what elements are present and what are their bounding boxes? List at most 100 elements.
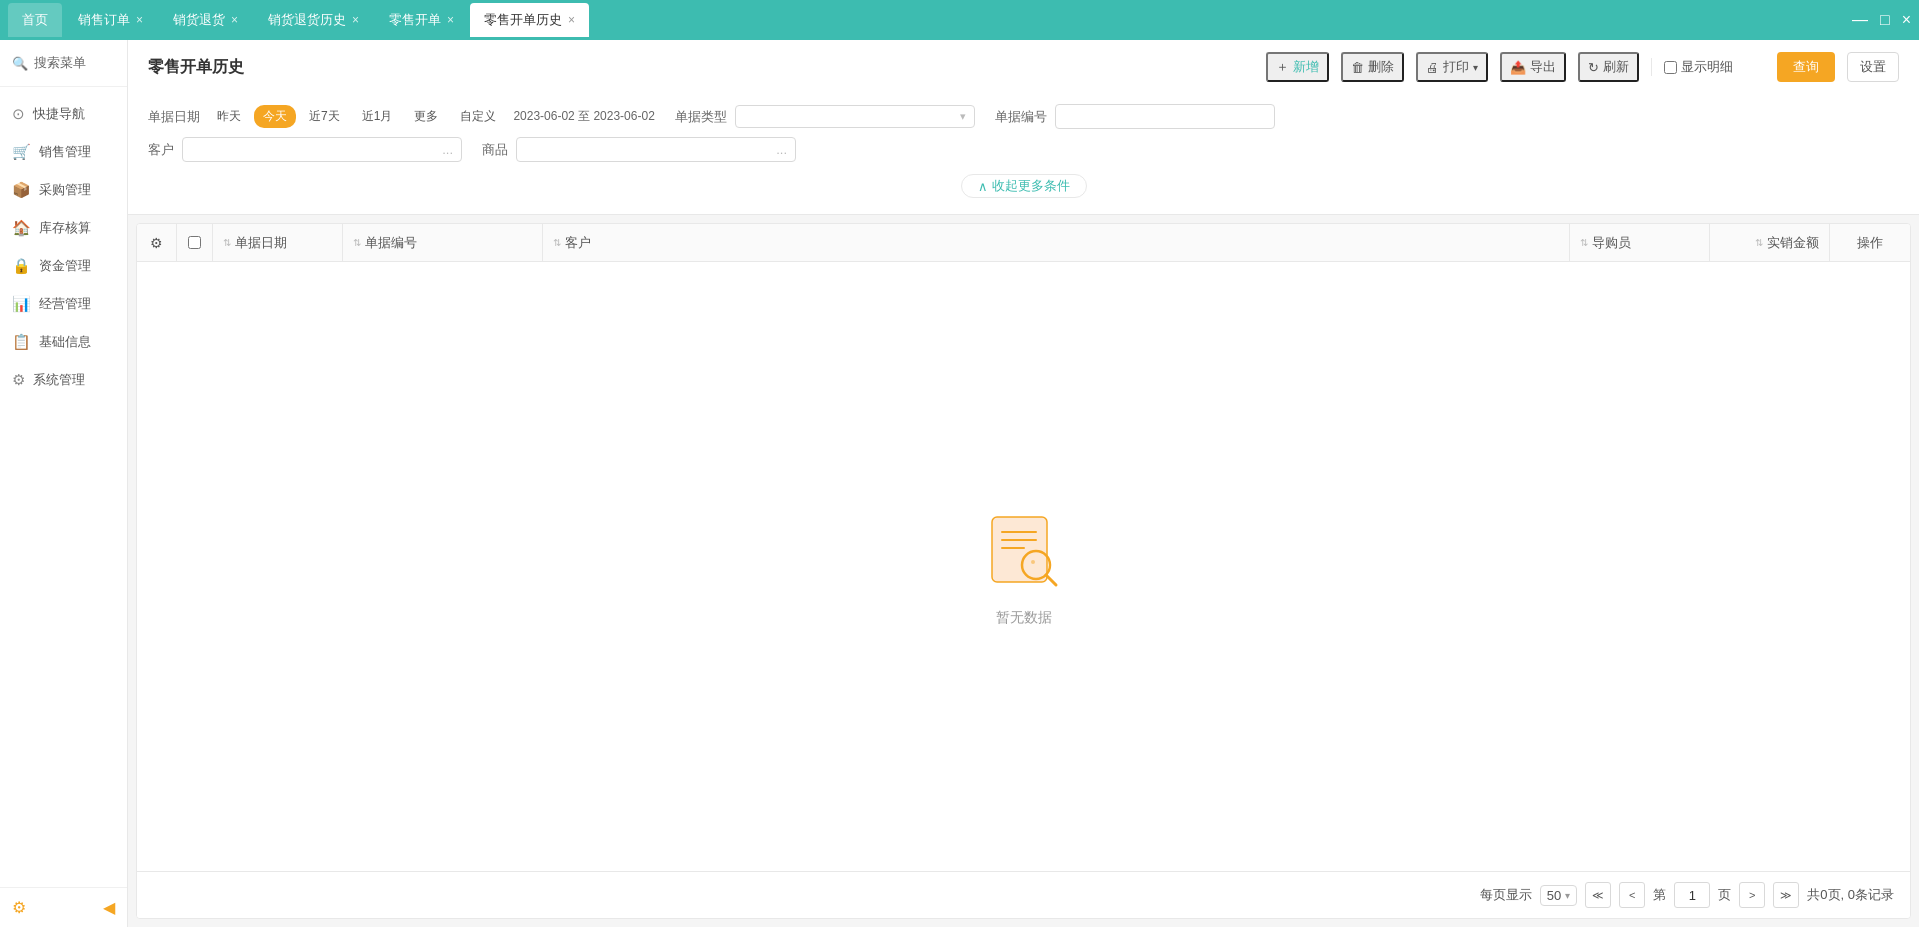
query-button[interactable]: 查询: [1777, 52, 1835, 82]
th-guide-label: 导购员: [1592, 234, 1631, 252]
th-checkbox[interactable]: [177, 224, 213, 261]
page-header: 零售开单历史 ＋ 新增 🗑 删除 🖨 打印 ▾: [128, 40, 1919, 215]
window-controls: — □ ×: [1852, 11, 1911, 29]
sidebar-item-inventory[interactable]: 🏠 库存核算: [0, 209, 127, 247]
settings-button[interactable]: 设置: [1847, 52, 1899, 82]
prev-page-icon: <: [1629, 889, 1635, 901]
tab-sales-order-close[interactable]: ×: [136, 14, 143, 26]
table-container: ⚙ ⇅ 单据日期 ⇅ 单据编号 ⇅ 客户 ⇅: [136, 223, 1911, 919]
tab-sales-return-history[interactable]: 销货退货历史 ×: [254, 3, 373, 37]
add-button[interactable]: ＋ 新增: [1266, 52, 1329, 82]
tab-list: 首页 销售订单 × 销货退货 × 销货退货历史 × 零售开单 × 零售开单历史 …: [8, 0, 589, 40]
customer-input[interactable]: [191, 142, 438, 157]
tab-sales-return-history-close[interactable]: ×: [352, 14, 359, 26]
sidebar-item-sales-mgmt[interactable]: 🛒 销售管理: [0, 133, 127, 171]
tab-retail-open-close[interactable]: ×: [447, 14, 454, 26]
print-button[interactable]: 🖨 打印 ▾: [1416, 52, 1488, 82]
delete-button[interactable]: 🗑 删除: [1341, 52, 1404, 82]
maximize-button[interactable]: □: [1880, 11, 1890, 29]
pagination-bar: 每页显示 50 ▾ ≪ < 第 页 > ≫: [137, 871, 1910, 918]
sidebar-bottom: ⚙ ◀: [0, 887, 127, 927]
tab-sales-return-close[interactable]: ×: [231, 14, 238, 26]
refresh-button[interactable]: ↻ 刷新: [1578, 52, 1639, 82]
sort-orderno-icon[interactable]: ⇅: [353, 237, 361, 248]
date-btn-today[interactable]: 今天: [254, 105, 296, 128]
export-button[interactable]: 📤 导出: [1500, 52, 1566, 82]
last-page-button[interactable]: ≫: [1773, 882, 1799, 908]
display-detail-text: 显示明细: [1681, 58, 1733, 76]
first-page-button[interactable]: ≪: [1585, 882, 1611, 908]
product-input-group[interactable]: ...: [516, 137, 796, 162]
sidebar: 🔍 搜索菜单 ⊙ 快捷导航 🛒 销售管理 📦 采购管理 🏠 库存核算 �: [0, 40, 128, 927]
finance-mgmt-icon: 🔒: [12, 257, 31, 275]
doc-no-input[interactable]: [1055, 104, 1275, 129]
customer-input-group[interactable]: ...: [182, 137, 462, 162]
th-guide: ⇅ 导购员: [1570, 224, 1710, 261]
display-detail-checkbox[interactable]: [1664, 61, 1677, 74]
sidebar-item-sys-mgmt-label: 系统管理: [33, 371, 85, 389]
sidebar-item-purchase-mgmt[interactable]: 📦 采购管理: [0, 171, 127, 209]
sidebar-item-quick-nav-label: 快捷导航: [33, 105, 85, 123]
sort-amount-icon[interactable]: ⇅: [1755, 237, 1763, 248]
sidebar-item-quick-nav[interactable]: ⊙ 快捷导航: [0, 95, 127, 133]
sidebar-item-basic-info[interactable]: 📋 基础信息: [0, 323, 127, 361]
tab-retail-open-history-close[interactable]: ×: [568, 14, 575, 26]
th-action: 操作: [1830, 224, 1910, 261]
filter-row-2: 客户 ... 商品 ...: [148, 137, 1899, 162]
prev-page-button[interactable]: <: [1619, 882, 1645, 908]
th-amount-label: 实销金额: [1767, 234, 1819, 252]
tab-sales-return-label: 销货退货: [173, 11, 225, 29]
sidebar-item-inventory-label: 库存核算: [39, 219, 91, 237]
th-amount: ⇅ 实销金额: [1710, 224, 1830, 261]
display-detail-checkbox-label[interactable]: 显示明细: [1664, 58, 1733, 76]
print-label: 打印: [1443, 58, 1469, 76]
sidebar-item-ops-mgmt[interactable]: 📊 经营管理: [0, 285, 127, 323]
tab-retail-open[interactable]: 零售开单 ×: [375, 3, 468, 37]
sort-customer-icon[interactable]: ⇅: [553, 237, 561, 248]
tab-home[interactable]: 首页: [8, 3, 62, 37]
search-icon: 🔍: [12, 56, 28, 71]
empty-illustration: [974, 507, 1074, 597]
tab-sales-return[interactable]: 销货退货 ×: [159, 3, 252, 37]
sidebar-item-finance-mgmt[interactable]: 🔒 资金管理: [0, 247, 127, 285]
close-button[interactable]: ×: [1902, 11, 1911, 29]
collapse-label: 收起更多条件: [992, 177, 1070, 195]
sidebar-item-sys-mgmt[interactable]: ⚙ 系统管理: [0, 361, 127, 399]
page-number-input[interactable]: [1674, 882, 1710, 908]
collapse-bar[interactable]: ∧ 收起更多条件: [148, 170, 1899, 206]
sort-guide-icon[interactable]: ⇅: [1580, 237, 1588, 248]
tab-retail-open-history[interactable]: 零售开单历史 ×: [470, 3, 589, 37]
tab-retail-open-label: 零售开单: [389, 11, 441, 29]
page-title-row: 零售开单历史 ＋ 新增 🗑 删除 🖨 打印 ▾: [148, 52, 1899, 82]
tab-sales-order[interactable]: 销售订单 ×: [64, 3, 157, 37]
th-settings[interactable]: ⚙: [137, 224, 177, 261]
doc-type-select[interactable]: ▾: [735, 105, 975, 128]
th-order-no-label: 单据编号: [365, 234, 417, 252]
collapse-sidebar-icon[interactable]: ◀: [103, 898, 115, 917]
minimize-button[interactable]: —: [1852, 11, 1868, 29]
product-more-icon[interactable]: ...: [776, 142, 787, 157]
th-customer-label: 客户: [565, 234, 591, 252]
per-page-select[interactable]: 50 ▾: [1540, 885, 1577, 906]
select-all-checkbox[interactable]: [188, 236, 201, 249]
product-input[interactable]: [525, 142, 772, 157]
add-label: 新增: [1293, 58, 1319, 76]
per-page-label: 每页显示: [1480, 886, 1532, 904]
sort-date-icon[interactable]: ⇅: [223, 237, 231, 248]
date-btn-custom[interactable]: 自定义: [451, 105, 505, 128]
collapse-text[interactable]: ∧ 收起更多条件: [961, 174, 1087, 198]
date-btn-yesterday[interactable]: 昨天: [208, 105, 250, 128]
product-filter: 商品 ...: [482, 137, 796, 162]
date-btn-7days[interactable]: 近7天: [300, 105, 349, 128]
sidebar-item-basic-info-label: 基础信息: [39, 333, 91, 351]
customer-more-icon[interactable]: ...: [442, 142, 453, 157]
column-settings-icon[interactable]: ⚙: [150, 235, 163, 251]
sidebar-search[interactable]: 🔍 搜索菜单: [8, 50, 119, 76]
customer-label: 客户: [148, 141, 174, 159]
settings-bottom-icon[interactable]: ⚙: [12, 898, 26, 917]
next-page-button[interactable]: >: [1739, 882, 1765, 908]
date-btn-1month[interactable]: 近1月: [353, 105, 402, 128]
date-btn-more[interactable]: 更多: [405, 105, 447, 128]
tab-sales-order-label: 销售订单: [78, 11, 130, 29]
refresh-label: 刷新: [1603, 58, 1629, 76]
